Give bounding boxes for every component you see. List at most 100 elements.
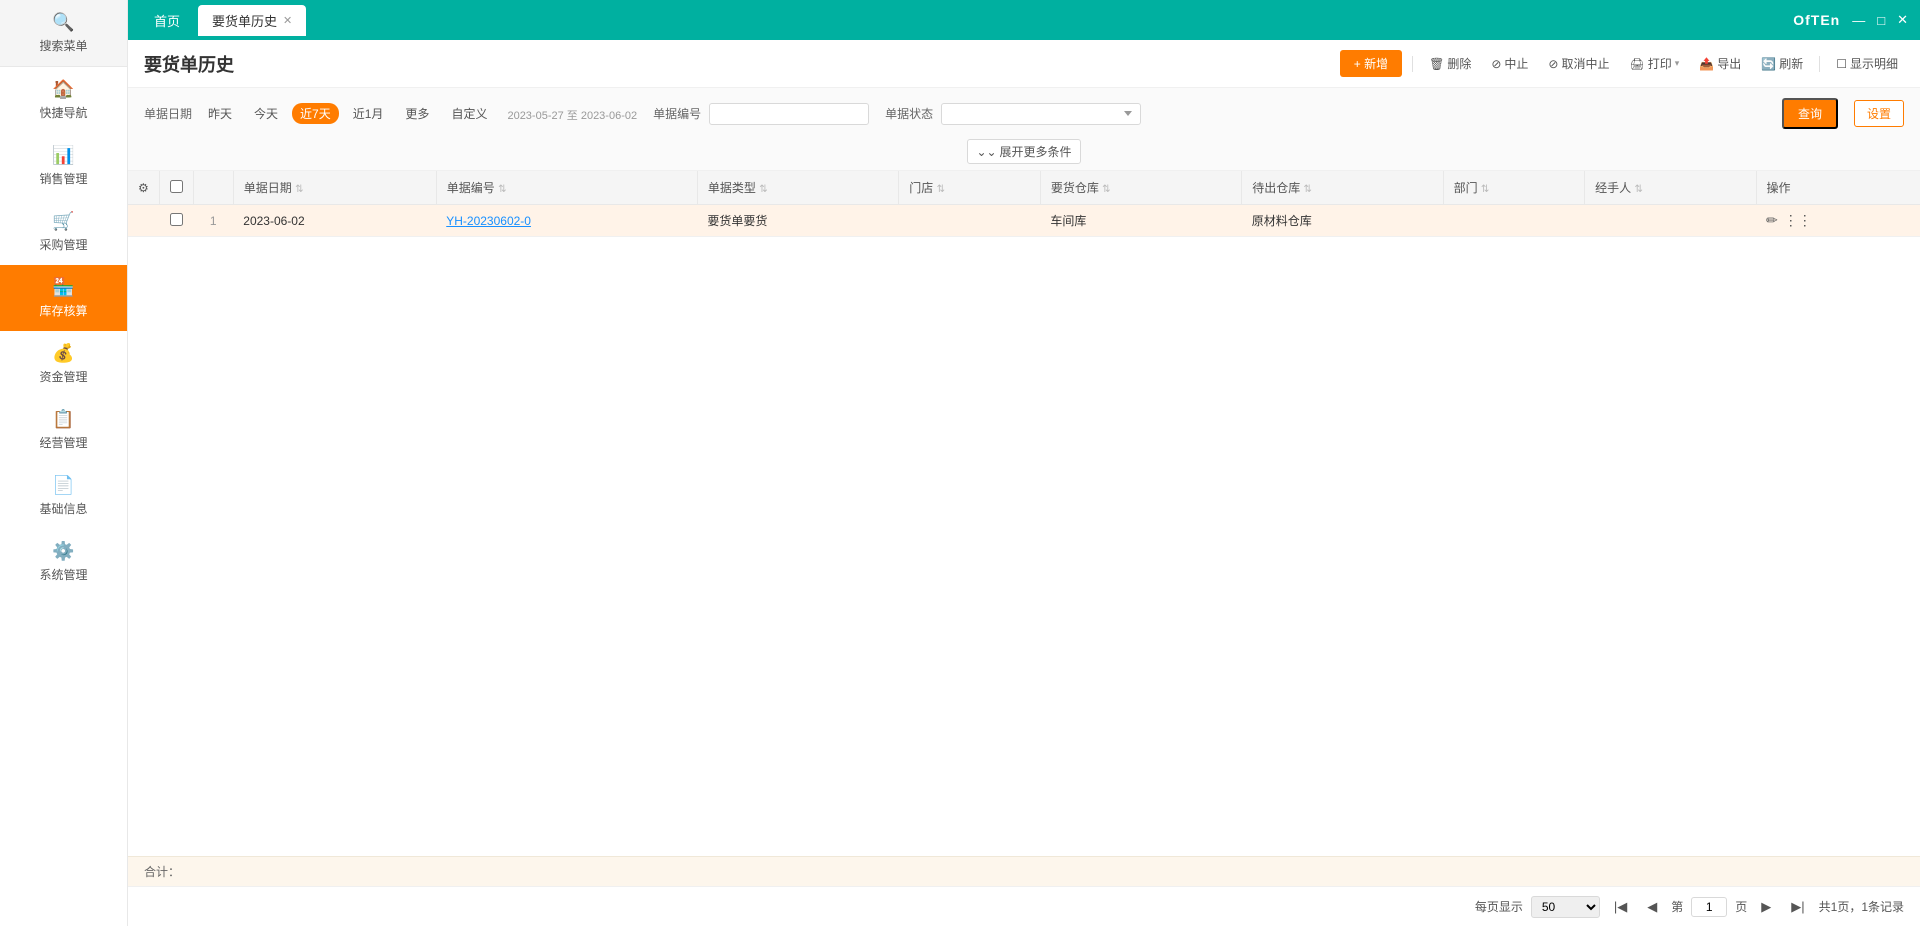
page-number-input[interactable] [1691,897,1727,917]
sidebar-item-purchase[interactable]: 🛒 采购管理 [0,199,127,265]
brand-text: OfTEn [1793,12,1840,28]
inventory-icon: 🏪 [52,277,74,298]
cancel-stop-button[interactable]: ⊘ 取消中止 [1542,51,1615,76]
refresh-button[interactable]: 🔄 刷新 [1755,51,1809,76]
sidebar-item-label: 销售管理 [39,170,87,187]
sort-billno-icon: ⇅ [498,184,506,195]
col-num [193,171,233,205]
expand-filter-button[interactable]: ⌄⌄ 展开更多条件 [967,139,1080,164]
sort-pending-wh-icon: ⇅ [1304,184,1312,195]
tab-close-icon[interactable]: ✕ [283,14,292,27]
col-store[interactable]: 门店 ⇅ [899,171,1041,205]
sidebar-item-quick-nav[interactable]: 🏠 快捷导航 [0,67,127,133]
sort-billtype-icon: ⇅ [759,184,767,195]
export-icon: 📤 [1699,57,1714,71]
status-filter-label: 单据状态 [885,105,933,122]
table-header-row: ⚙ 单据日期 ⇅ 单据编号 ⇅ [128,171,1920,205]
sidebar-item-label: 采购管理 [39,236,87,253]
tab-history[interactable]: 要货单历史 ✕ [198,5,306,36]
sales-icon: 📊 [52,145,74,166]
table-footer: 合计： [128,856,1920,886]
expand-icon: ⌄⌄ [976,145,996,159]
cell-store [899,205,1041,237]
print-button[interactable]: 🖨 打印 ▾ [1624,51,1686,76]
first-page-button[interactable]: |◀ [1608,897,1633,917]
date-btn-custom[interactable]: 自定义 [443,103,495,124]
col-handler[interactable]: 经手人 ⇅ [1585,171,1756,205]
prev-page-button[interactable]: ◀ [1641,897,1663,917]
filter-area: 单据日期 昨天 今天 近7天 近1月 更多 自定义 2023-05-27 至 2… [128,88,1920,171]
print-icon: 🖨 [1630,57,1645,71]
status-select[interactable] [941,103,1141,125]
date-btn-today[interactable]: 今天 [246,103,286,124]
close-button[interactable]: ✕ [1897,12,1908,28]
cell-action: ✏ ⋮⋮ [1756,205,1920,237]
date-btn-7days[interactable]: 近7天 [292,103,339,124]
cell-req-warehouse: 车间库 [1040,205,1241,237]
sidebar-item-label: 快捷导航 [39,104,87,121]
cell-bill-type: 要货单要货 [697,205,898,237]
footer-total-label: 合计： [144,863,180,880]
page-title: 要货单历史 [144,51,234,77]
col-pending-warehouse[interactable]: 待出仓库 ⇅ [1242,171,1443,205]
divider-1 [1412,56,1413,72]
page-size-label: 每页显示 [1475,898,1523,915]
sidebar-item-basic[interactable]: 📄 基础信息 [0,463,127,529]
new-button[interactable]: + 新增 [1340,50,1402,77]
tab-home[interactable]: 首页 [140,5,194,36]
col-req-warehouse[interactable]: 要货仓库 ⇅ [1040,171,1241,205]
col-bill-type[interactable]: 单据类型 ⇅ [697,171,898,205]
select-all-checkbox[interactable] [170,180,183,193]
toolbar: + 新增 🗑 删除 ⊘ 中止 ⊘ 取消中止 🖨 打印 ▾ [1340,50,1904,77]
date-btn-1month[interactable]: 近1月 [345,103,392,124]
checkbox-icon: ☐ [1836,57,1847,71]
cell-settings [128,205,159,237]
stop-button[interactable]: ⊘ 中止 [1485,51,1534,76]
display-detail-button[interactable]: ☐ 显示明细 [1830,51,1904,76]
sidebar-item-label: 资金管理 [39,368,87,385]
content-area: 要货单历史 + 新增 🗑 删除 ⊘ 中止 ⊘ 取消中止 🖨 打 [128,40,1920,926]
page-header: 要货单历史 + 新增 🗑 删除 ⊘ 中止 ⊘ 取消中止 🖨 打 [128,40,1920,88]
filter-row-1: 单据日期 昨天 今天 近7天 近1月 更多 自定义 2023-05-27 至 2… [144,98,1904,129]
tab-home-label: 首页 [154,11,180,30]
filter-status-group: 单据状态 [885,103,1141,125]
date-btn-more[interactable]: 更多 [397,103,437,124]
next-page-button[interactable]: ▶ [1755,897,1777,917]
cell-handler [1585,205,1756,237]
delete-button[interactable]: 🗑 删除 [1423,51,1477,76]
page-size-select[interactable]: 50 100 200 [1531,896,1600,918]
finance-icon: 💰 [52,343,74,364]
sidebar-item-search[interactable]: 🔍 搜索菜单 [0,0,127,67]
divider-2 [1819,56,1820,72]
settings-button[interactable]: 设置 [1854,100,1904,127]
col-department[interactable]: 部门 ⇅ [1443,171,1585,205]
cell-bill-no[interactable]: YH-20230602-0 [436,205,697,237]
sidebar-item-operations[interactable]: 📋 经营管理 [0,397,127,463]
bill-no-input[interactable] [709,103,869,125]
more-icon[interactable]: ⋮⋮ [1784,212,1812,229]
col-settings[interactable]: ⚙ [128,171,159,205]
col-bill-no[interactable]: 单据编号 ⇅ [436,171,697,205]
last-page-button[interactable]: ▶| [1785,897,1810,917]
query-button[interactable]: 查询 [1782,98,1838,129]
maximize-button[interactable]: □ [1877,13,1885,28]
sidebar-item-system[interactable]: ⚙️ 系统管理 [0,529,127,595]
date-btn-yesterday[interactable]: 昨天 [200,103,240,124]
export-button[interactable]: 📤 导出 [1693,51,1747,76]
cell-checkbox[interactable] [159,205,193,237]
sidebar-item-inventory[interactable]: 🏪 库存核算 [0,265,127,331]
sort-store-icon: ⇅ [937,184,945,195]
expand-label: 展开更多条件 [1000,143,1072,160]
sidebar-item-label: 搜索菜单 [39,37,87,54]
filter-date-group: 单据日期 昨天 今天 近7天 近1月 更多 自定义 2023-05-27 至 2… [144,103,637,124]
sidebar-item-finance[interactable]: 💰 资金管理 [0,331,127,397]
minimize-button[interactable]: — [1852,13,1865,28]
cell-date: 2023-06-02 [233,205,436,237]
sidebar-item-label: 系统管理 [39,566,87,583]
delete-icon: 🗑 [1429,57,1444,71]
sidebar-item-sales[interactable]: 📊 销售管理 [0,133,127,199]
table-body: 1 2023-06-02 YH-20230602-0 要货单要货 车间库 原材料… [128,205,1920,237]
table-row: 1 2023-06-02 YH-20230602-0 要货单要货 车间库 原材料… [128,205,1920,237]
col-date[interactable]: 单据日期 ⇅ [233,171,436,205]
edit-icon[interactable]: ✏ [1766,212,1778,229]
